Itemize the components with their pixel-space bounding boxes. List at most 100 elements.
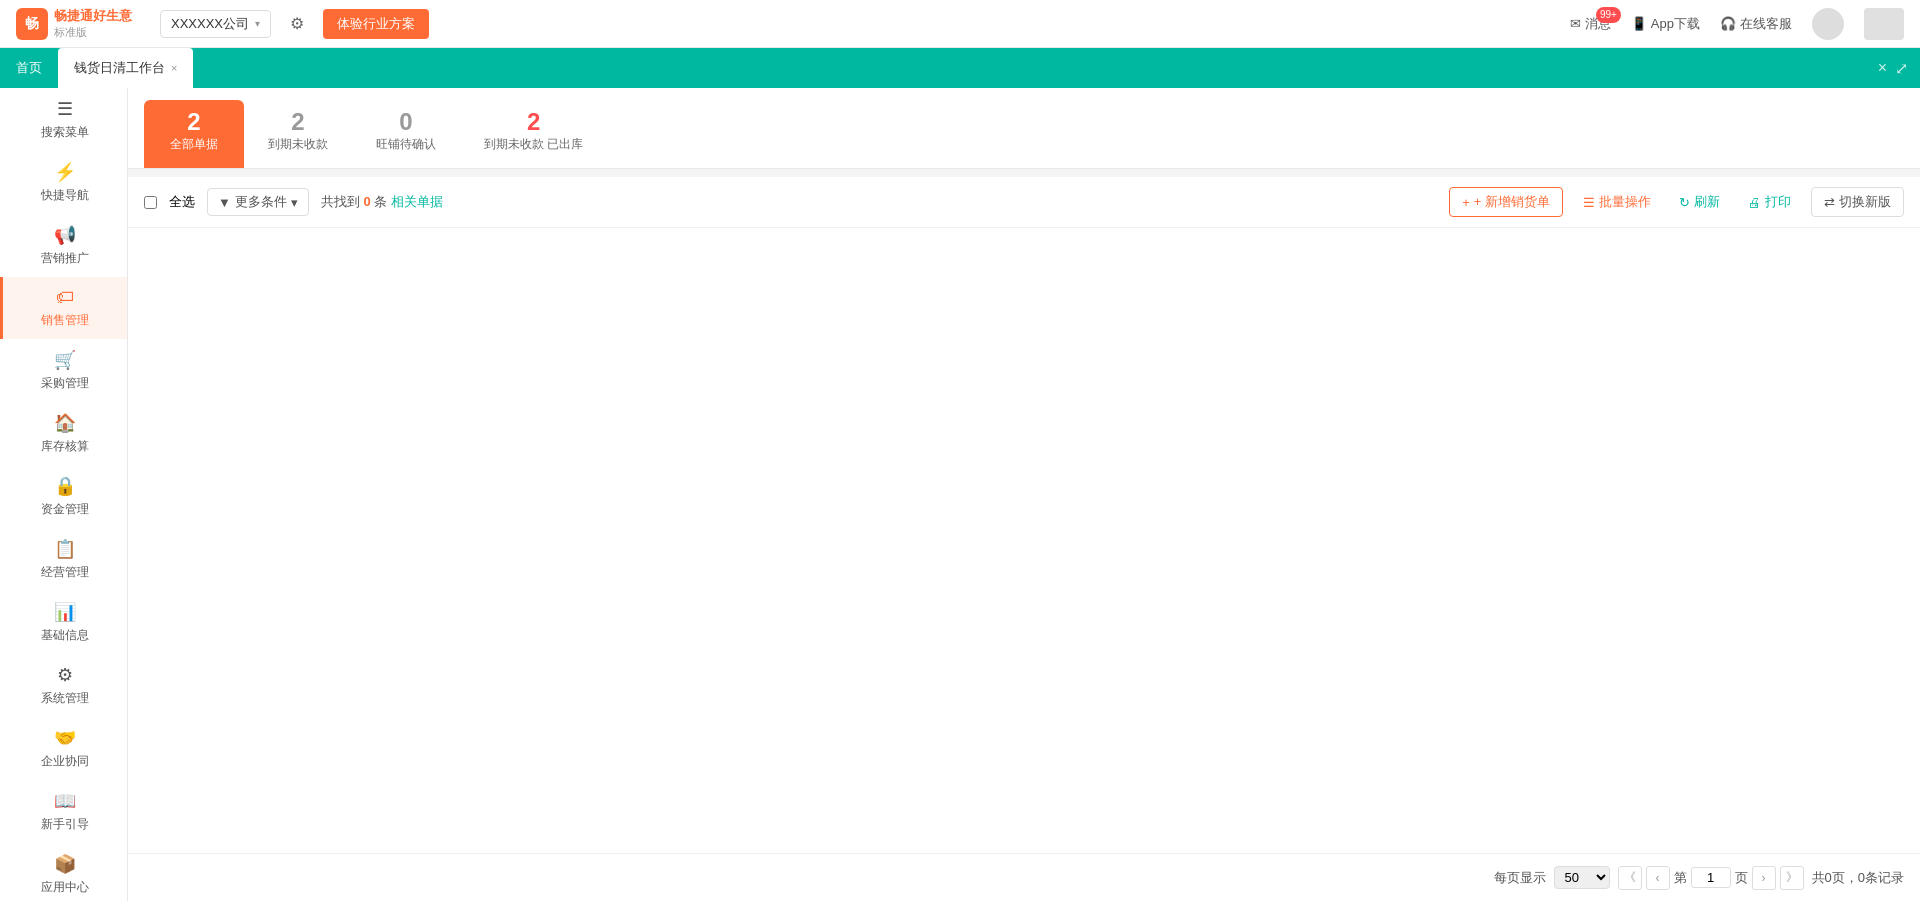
system-icon: ⚙ bbox=[57, 664, 73, 686]
sidebar-item-label-operations: 经营管理 bbox=[41, 564, 89, 581]
logo-area: 畅 畅捷通好生意 标准版 bbox=[16, 8, 144, 40]
sidebar-item-enterprise[interactable]: 🤝 企业协同 bbox=[0, 717, 127, 780]
messages-badge: 99+ bbox=[1596, 7, 1621, 23]
stat-count-pending: 0 bbox=[399, 108, 412, 136]
sidebar-item-sales[interactable]: 🏷 销售管理 bbox=[0, 277, 127, 339]
sidebar-item-label-app-center: 应用中心 bbox=[41, 879, 89, 896]
sidebar-item-label-marketing: 营销推广 bbox=[41, 250, 89, 267]
tab-collapse-icon[interactable]: × bbox=[1878, 59, 1887, 77]
sidebar-item-label-purchase: 采购管理 bbox=[41, 375, 89, 392]
select-all-checkbox[interactable] bbox=[144, 196, 157, 209]
prev-page-button[interactable]: ‹ bbox=[1646, 866, 1670, 890]
sidebar-item-app-center[interactable]: 📦 应用中心 bbox=[0, 843, 127, 901]
main-layout: ☰ 搜索菜单 ⚡ 快捷导航 📢 营销推广 🏷 销售管理 🛒 采购管理 🏠 库存核… bbox=[0, 88, 1920, 901]
filter-label: 更多条件 bbox=[235, 193, 287, 211]
sidebar-item-purchase[interactable]: 🛒 采购管理 bbox=[0, 339, 127, 402]
stat-count-all: 2 bbox=[187, 108, 200, 136]
quick-nav-icon: ⚡ bbox=[54, 161, 76, 183]
print-button[interactable]: 🖨 打印 bbox=[1740, 189, 1799, 215]
tab-active[interactable]: 钱货日清工作台 × bbox=[58, 48, 193, 88]
trial-button[interactable]: 体验行业方案 bbox=[323, 9, 429, 39]
sidebar-item-guide[interactable]: 📖 新手引导 bbox=[0, 780, 127, 843]
sidebar-item-label-quick: 快捷导航 bbox=[41, 187, 89, 204]
sidebar-item-label-sales: 销售管理 bbox=[41, 312, 89, 329]
table-area bbox=[128, 228, 1920, 853]
company-name: XXXXXX公司 bbox=[171, 15, 249, 33]
sidebar-item-label-guide: 新手引导 bbox=[41, 816, 89, 833]
toolbar: 全选 ▼ 更多条件 ▾ 共找到 0 条 相关单据 + + 新增销货单 ☰ 批量操… bbox=[128, 177, 1920, 228]
headset-icon: 🎧 bbox=[1720, 16, 1736, 31]
page-suffix: 页 bbox=[1735, 869, 1748, 887]
page-input[interactable] bbox=[1691, 867, 1731, 888]
tab-expand-icon[interactable]: ⤢ bbox=[1895, 59, 1908, 78]
stat-tab-pending[interactable]: 0 旺铺待确认 bbox=[352, 100, 460, 168]
tab-bar-right: × ⤢ bbox=[1878, 59, 1920, 78]
user-avatar[interactable] bbox=[1812, 8, 1844, 40]
inventory-icon: 🏠 bbox=[54, 412, 76, 434]
refresh-label: 刷新 bbox=[1694, 193, 1720, 211]
stat-label-pending: 旺铺待确认 bbox=[376, 136, 436, 153]
next-page-button[interactable]: › bbox=[1752, 866, 1776, 890]
messages-item[interactable]: ✉ 消息 99+ bbox=[1570, 15, 1611, 33]
page-nav: 《 ‹ 第 页 › 》 bbox=[1618, 866, 1804, 890]
tab-close-icon[interactable]: × bbox=[171, 62, 177, 74]
batch-icon: ☰ bbox=[1583, 195, 1595, 210]
page-label: 第 bbox=[1674, 869, 1687, 887]
sidebar-item-inventory[interactable]: 🏠 库存核算 bbox=[0, 402, 127, 465]
toolbar-right: + + 新增销货单 ☰ 批量操作 ↻ 刷新 🖨 打印 ⇄ 切换新版 bbox=[1449, 187, 1904, 217]
stat-tab-overdue[interactable]: 2 到期未收款 bbox=[244, 100, 352, 168]
total-label: 共0页，0条记录 bbox=[1812, 869, 1904, 887]
add-sales-button[interactable]: + + 新增销货单 bbox=[1449, 187, 1563, 217]
message-icon: ✉ bbox=[1570, 16, 1581, 31]
phone-icon: 📱 bbox=[1631, 16, 1647, 31]
filter-button[interactable]: ▼ 更多条件 ▾ bbox=[207, 188, 309, 216]
refresh-button[interactable]: ↻ 刷新 bbox=[1671, 189, 1728, 215]
finance-icon: 🔒 bbox=[54, 475, 76, 497]
operations-icon: 📋 bbox=[54, 538, 76, 560]
app-download-item[interactable]: 📱 App下载 bbox=[1631, 15, 1700, 33]
tab-home[interactable]: 首页 bbox=[0, 48, 58, 88]
batch-button[interactable]: ☰ 批量操作 bbox=[1575, 189, 1659, 215]
sidebar-item-basic[interactable]: 📊 基础信息 bbox=[0, 591, 127, 654]
enterprise-icon: 🤝 bbox=[54, 727, 76, 749]
sidebar-item-label-finance: 资金管理 bbox=[41, 501, 89, 518]
content-area: 2 全部单据 2 到期未收款 0 旺铺待确认 2 到期未收款 已出库 全选 ▼ … bbox=[128, 88, 1920, 901]
first-page-button[interactable]: 《 bbox=[1618, 866, 1642, 890]
refresh-icon: ↻ bbox=[1679, 195, 1690, 210]
settings-button[interactable]: ⚙ bbox=[283, 10, 311, 38]
online-service-item[interactable]: 🎧 在线客服 bbox=[1720, 15, 1792, 33]
add-label: + 新增销货单 bbox=[1474, 193, 1550, 211]
user-name-area[interactable] bbox=[1864, 8, 1904, 40]
stat-count-overdue-out: 2 bbox=[527, 108, 540, 136]
sidebar-item-finance[interactable]: 🔒 资金管理 bbox=[0, 465, 127, 528]
per-page-label: 每页显示 bbox=[1494, 869, 1546, 887]
found-count: 0 bbox=[364, 194, 371, 209]
sidebar-item-system[interactable]: ⚙ 系统管理 bbox=[0, 654, 127, 717]
sidebar-item-quick-nav[interactable]: ⚡ 快捷导航 bbox=[0, 151, 127, 214]
purchase-icon: 🛒 bbox=[54, 349, 76, 371]
last-page-button[interactable]: 》 bbox=[1780, 866, 1804, 890]
stat-count-overdue: 2 bbox=[291, 108, 304, 136]
add-icon: + bbox=[1462, 195, 1470, 210]
guide-icon: 📖 bbox=[54, 790, 76, 812]
header-right: ✉ 消息 99+ 📱 App下载 🎧 在线客服 bbox=[1570, 8, 1904, 40]
stat-tab-overdue-out[interactable]: 2 到期未收款 已出库 bbox=[460, 100, 607, 168]
marketing-icon: 📢 bbox=[54, 224, 76, 246]
app-center-icon: 📦 bbox=[54, 853, 76, 875]
company-selector[interactable]: XXXXXX公司 ▾ bbox=[160, 10, 271, 38]
switch-icon: ⇄ bbox=[1824, 195, 1835, 210]
switch-version-button[interactable]: ⇄ 切换新版 bbox=[1811, 187, 1904, 217]
sidebar-item-marketing[interactable]: 📢 营销推广 bbox=[0, 214, 127, 277]
sidebar-item-label-system: 系统管理 bbox=[41, 690, 89, 707]
filter-dropdown-icon: ▾ bbox=[291, 195, 298, 210]
sidebar-item-search-menu[interactable]: ☰ 搜索菜单 bbox=[0, 88, 127, 151]
sidebar-item-label-enterprise: 企业协同 bbox=[41, 753, 89, 770]
stat-tab-all[interactable]: 2 全部单据 bbox=[144, 100, 244, 168]
batch-label: 批量操作 bbox=[1599, 193, 1651, 211]
per-page-select[interactable]: 50 20 100 200 bbox=[1554, 866, 1610, 889]
select-all-label: 全选 bbox=[169, 193, 195, 211]
logo-icon: 畅 bbox=[16, 8, 48, 40]
found-link[interactable]: 相关单据 bbox=[391, 194, 443, 209]
sidebar-item-operations[interactable]: 📋 经营管理 bbox=[0, 528, 127, 591]
stats-tabs: 2 全部单据 2 到期未收款 0 旺铺待确认 2 到期未收款 已出库 bbox=[128, 88, 1920, 169]
